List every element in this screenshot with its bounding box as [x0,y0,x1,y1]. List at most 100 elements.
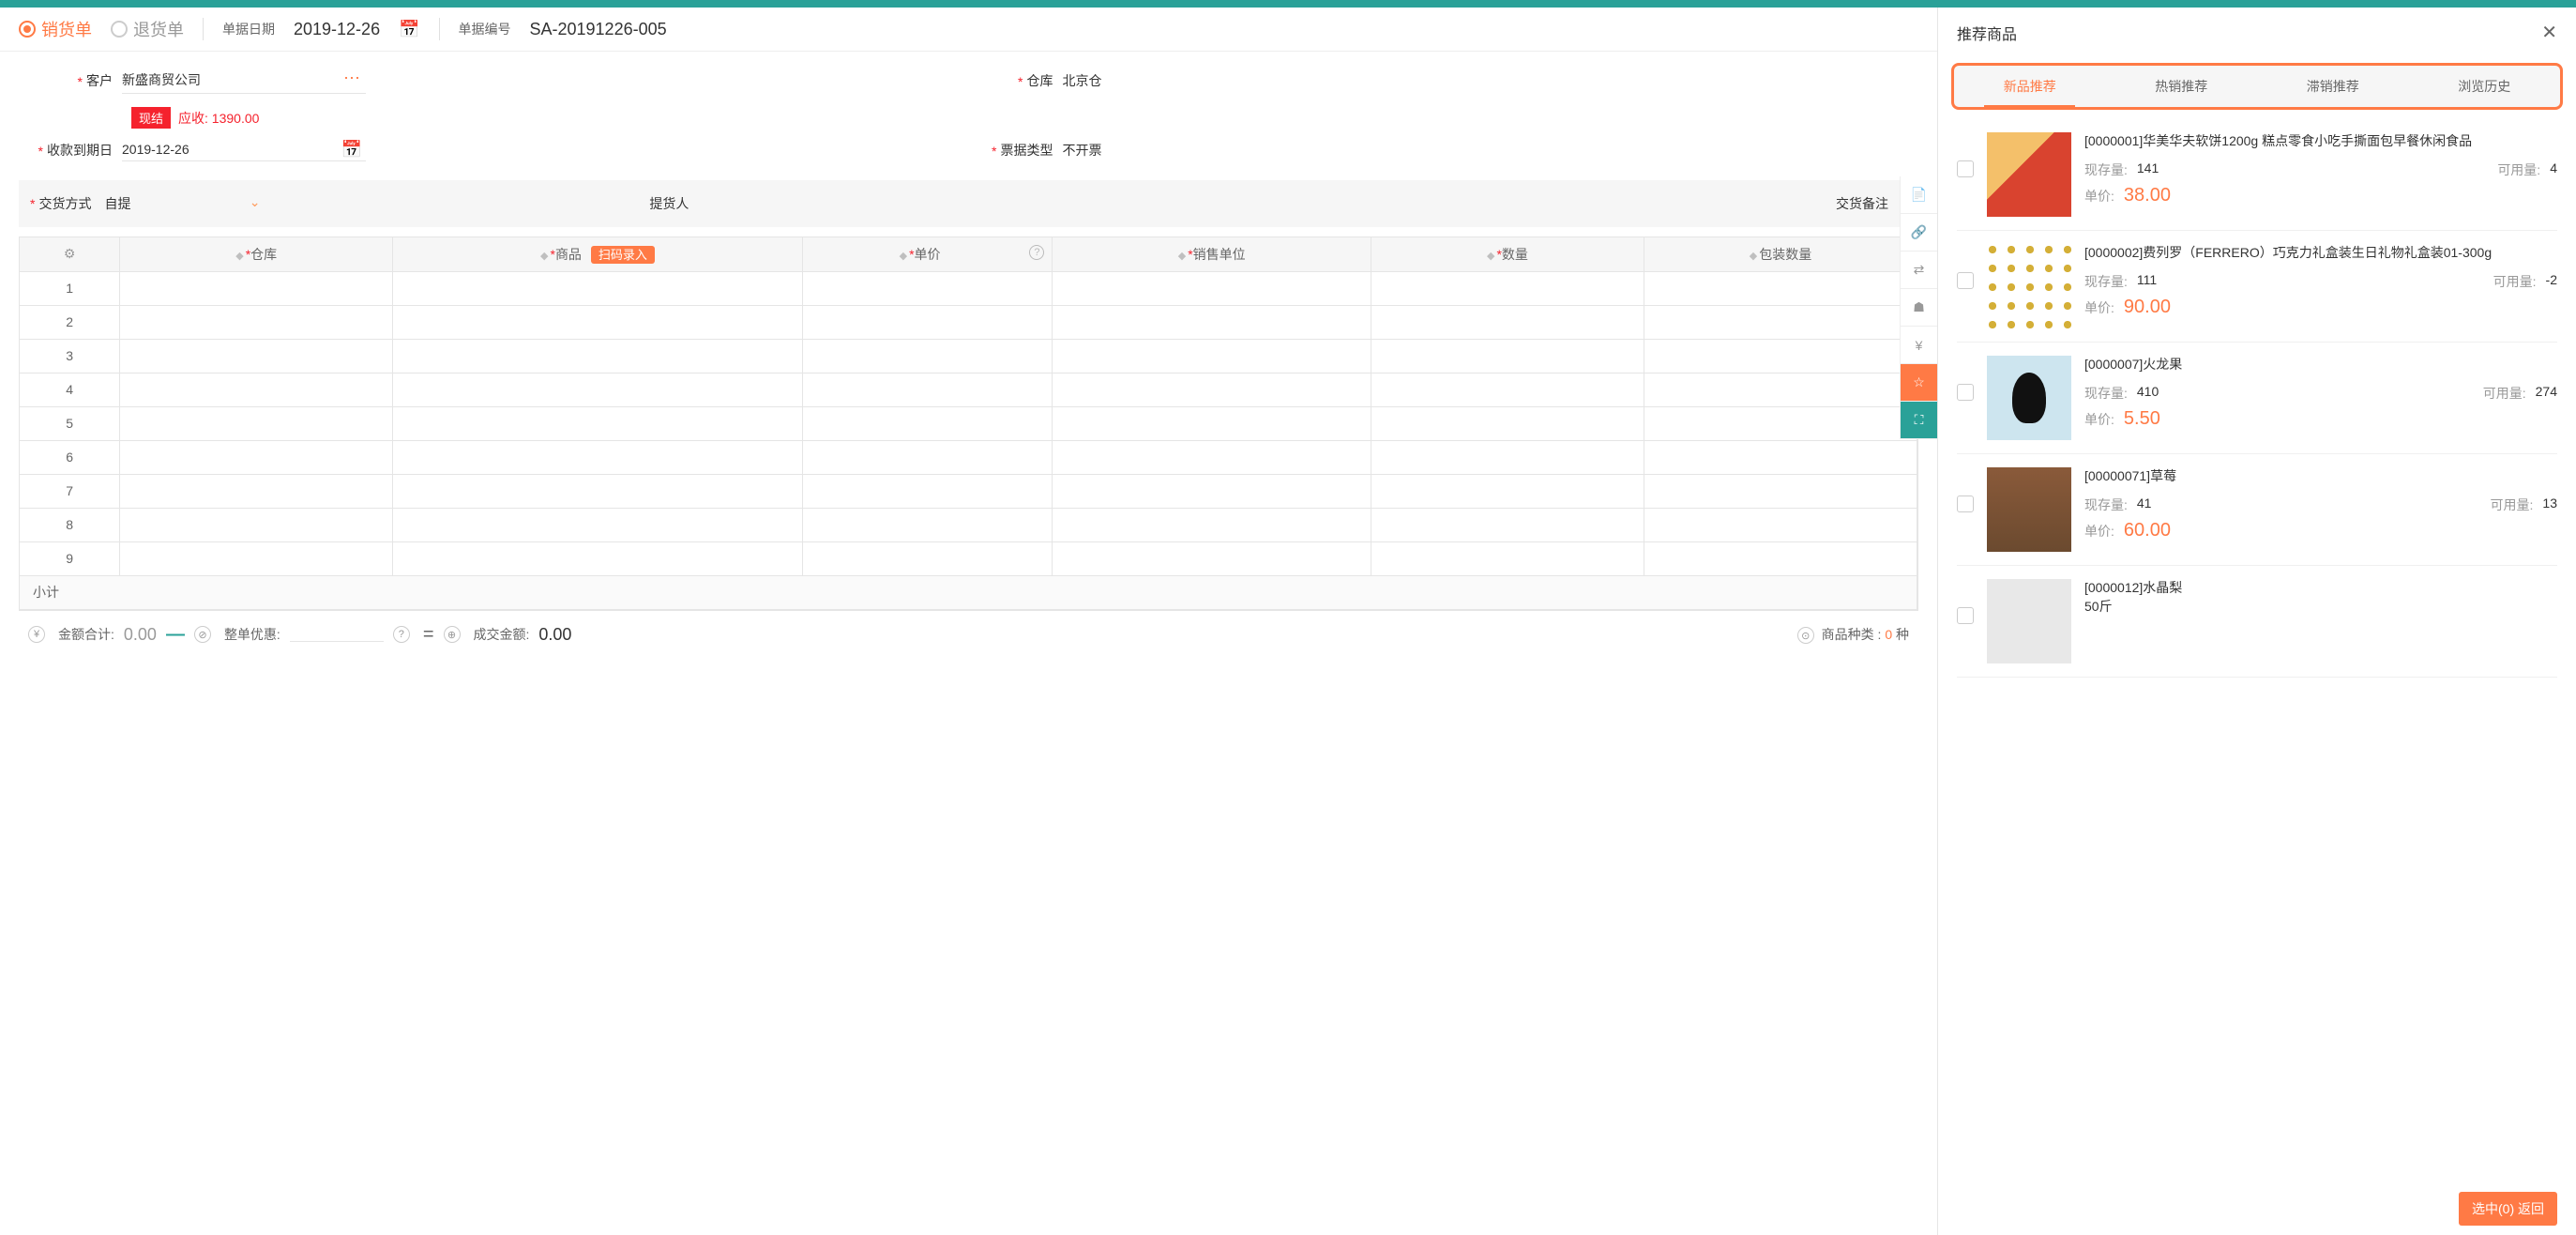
price-value: 90.00 [2124,297,2171,318]
col-pkg-qty[interactable]: ◆包装数量 [1644,237,1917,271]
avail-label: 可用量: [2493,272,2537,291]
info-icon[interactable]: ? [393,626,410,643]
table-row[interactable]: 4 [20,373,1917,406]
radio-return-order[interactable]: 退货单 [111,17,184,41]
close-icon[interactable]: ✕ [2541,21,2557,44]
col-qty[interactable]: ◆*数量 [1371,237,1644,271]
table-row[interactable]: 2 [20,305,1917,339]
deal-amount-value: 0.00 [538,625,571,645]
calendar-icon[interactable]: 📅 [399,20,419,39]
item-checkbox[interactable] [1957,384,1974,401]
avail-label: 可用量: [2497,160,2540,179]
table-row[interactable]: 7 [20,474,1917,508]
line-items-table: ⚙ ◆*仓库 ◆*商品 扫码录入 ◆*单价? ◆*销售单位 ◆*数量 ◆包装数量… [20,237,1917,610]
select-return-button[interactable]: 选中(0) 返回 [2459,1192,2557,1226]
table-row[interactable]: 6 [20,440,1917,474]
item-thumbnail[interactable] [1987,132,2071,217]
recommend-title: 推荐商品 [1957,22,2017,44]
item-thumbnail[interactable] [1987,467,2071,552]
price-value: 38.00 [2124,185,2171,206]
scan-button[interactable]: 扫码录入 [591,246,655,264]
item-title: [0000001]华美华夫软饼1200g 糕点零食小吃手撕面包早餐休闲食品 [2084,132,2557,151]
warehouse-value: 北京仓 [1063,73,1102,88]
due-date-label: 收款到期日 [47,143,113,158]
radio-return-label: 退货单 [133,17,184,41]
discount-icon: ⊘ [194,626,211,643]
avail-label: 可用量: [2491,496,2534,514]
customer-field[interactable]: 新盛商贸公司 ⋯ [122,67,366,94]
due-date-field[interactable]: 2019-12-26 📅 [122,138,366,161]
stock-label: 现存量: [2084,496,2128,514]
rail-exchange-icon[interactable]: ⇄ [1900,252,1937,289]
doc-no-value: SA-20191226-005 [530,20,667,39]
calendar-icon[interactable]: 📅 [341,140,362,160]
customer-value: 新盛商贸公司 [122,72,201,87]
tab-hot[interactable]: 热销推荐 [2106,66,2258,107]
rail-star-icon[interactable]: ☆ [1900,364,1937,402]
radio-sales-label: 销货单 [41,17,92,41]
table-row[interactable]: 1 [20,271,1917,305]
chevron-down-icon: ⌄ [250,194,261,210]
tab-slow[interactable]: 滞销推荐 [2257,66,2409,107]
info-icon[interactable]: ? [1029,245,1044,260]
warehouse-field[interactable]: 北京仓 [1063,71,1307,90]
rail-link-icon[interactable]: 🔗 [1900,214,1937,252]
stock-value: 410 [2137,384,2159,403]
item-checkbox[interactable] [1957,272,1974,289]
discount-label: 整单优惠: [224,625,280,644]
delivery-method-field[interactable]: 自提 ⌄ [91,194,279,213]
item-thumbnail[interactable] [1987,579,2071,663]
col-unit[interactable]: ◆*销售单位 [1053,237,1371,271]
col-product[interactable]: ◆*商品 扫码录入 [393,237,803,271]
table-row[interactable]: 8 [20,508,1917,541]
col-price[interactable]: ◆*单价? [802,237,1053,271]
equals-icon: = [423,624,434,646]
table-row[interactable]: 5 [20,406,1917,440]
table-row[interactable]: 9 [20,541,1917,575]
item-thumbnail[interactable] [1987,356,2071,440]
total-amount-label: 金额合计: [58,625,114,644]
radio-icon [111,21,128,38]
delivery-note-label: 交货备注 [1836,194,1888,213]
row-number: 4 [20,373,120,406]
item-checkbox[interactable] [1957,607,1974,624]
recommend-item: [00000071]草莓 现存量:41 可用量:13 单价:60.00 [1957,454,2557,566]
item-checkbox[interactable] [1957,160,1974,177]
divider [439,18,440,40]
item-thumbnail[interactable] [1987,244,2071,328]
tab-history[interactable]: 浏览历史 [2409,66,2561,107]
stock-label: 现存量: [2084,272,2128,291]
table-row[interactable]: 3 [20,339,1917,373]
stock-label: 现存量: [2084,160,2128,179]
radio-sales-order[interactable]: 销货单 [19,17,92,41]
invoice-type-field[interactable]: 不开票 [1063,141,1307,160]
customer-label: 客户 [86,73,113,88]
tab-new[interactable]: 新品推荐 [1954,66,2106,107]
document-header: 销货单 退货单 单据日期 2019-12-26 📅 单据编号 SA-201912… [0,8,1937,52]
row-number: 7 [20,474,120,508]
delivery-method-label: 交货方式 [38,194,91,213]
avail-value: -2 [2546,272,2557,291]
doc-date-label: 单据日期 [222,20,275,38]
rail-expand-icon[interactable]: ⛶ [1900,402,1937,439]
deal-amount-label: 成交金额: [474,625,530,644]
col-gear[interactable]: ⚙ [20,237,120,271]
recommend-tabs: 新品推荐 热销推荐 滞销推荐 浏览历史 [1951,63,2563,110]
doc-no-label: 单据编号 [459,20,511,38]
price-label: 单价: [2084,522,2114,541]
discount-input[interactable] [290,627,384,642]
rail-currency-icon[interactable]: ¥ [1900,327,1937,364]
invoice-type-label: 票据类型 [1001,143,1053,158]
rail-shield-icon[interactable]: ☗ [1900,289,1937,327]
col-warehouse[interactable]: ◆*仓库 [120,237,393,271]
item-checkbox[interactable] [1957,496,1974,512]
minus-icon: — [166,624,185,646]
row-number: 5 [20,406,120,440]
row-number: 9 [20,541,120,575]
rail-note-icon[interactable]: 📄 [1900,176,1937,214]
avail-value: 274 [2536,384,2557,403]
row-number: 6 [20,440,120,474]
total-amount-value: 0.00 [124,625,157,645]
more-dots-icon[interactable]: ⋯ [343,69,362,88]
doc-date-value[interactable]: 2019-12-26 [294,20,380,39]
